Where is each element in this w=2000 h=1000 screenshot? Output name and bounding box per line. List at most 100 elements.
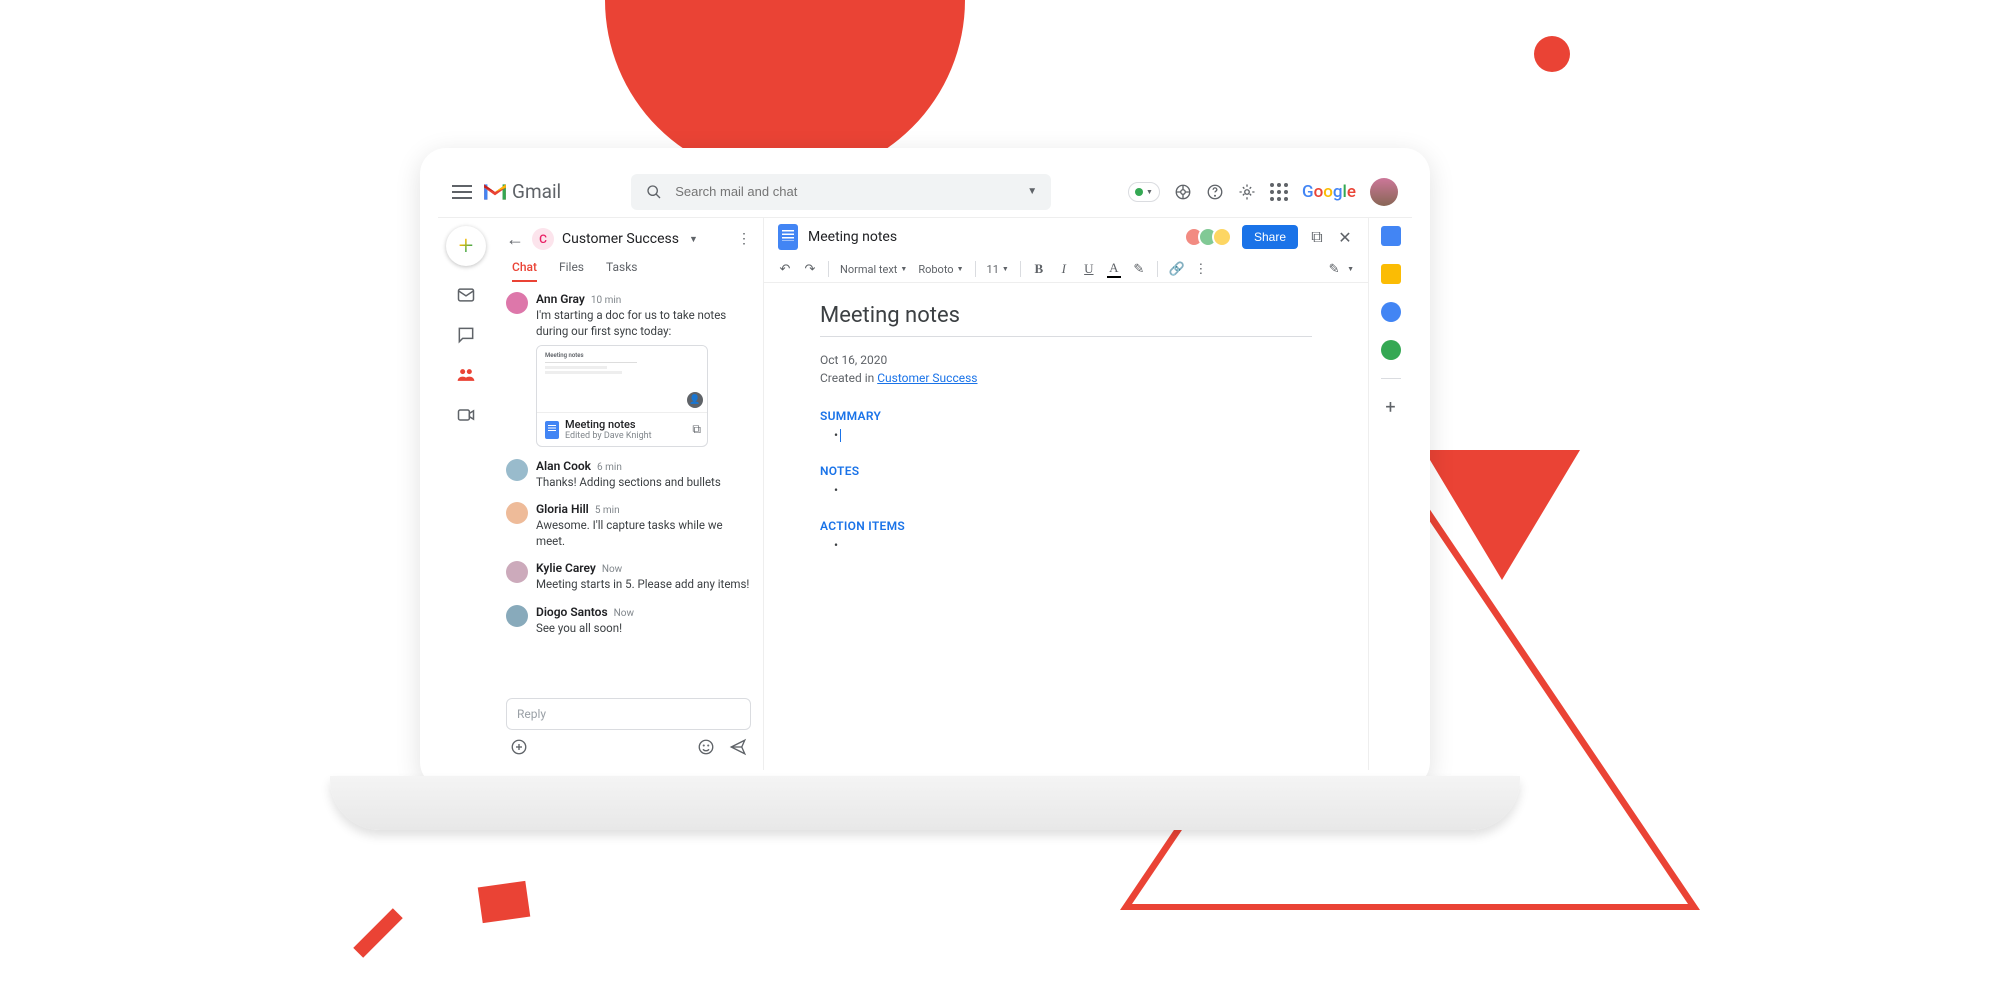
message-text: See you all soon! — [536, 620, 751, 636]
search-bar[interactable]: ▼ — [631, 174, 1051, 210]
font-dropdown[interactable]: Roboto▼ — [918, 263, 963, 276]
message-text: I'm starting a doc for us to take notes … — [536, 307, 751, 339]
tab-chat[interactable]: Chat — [512, 260, 537, 282]
settings-icon[interactable] — [1238, 183, 1256, 201]
deco-dot — [1534, 36, 1570, 72]
doc-attachment-title: Meeting notes — [565, 418, 652, 431]
chat-action-bar — [494, 730, 763, 764]
search-input[interactable] — [675, 184, 1015, 199]
laptop-frame: Gmail ▼ ▼ Google + — [420, 148, 1430, 788]
sender-name: Kylie Carey — [536, 561, 596, 575]
sender-name: Gloria Hill — [536, 502, 589, 516]
message-list: Ann Gray10 min I'm starting a doc for us… — [494, 282, 763, 698]
app-name: Gmail — [512, 180, 561, 203]
underline-button[interactable]: U — [1082, 261, 1096, 277]
room-name[interactable]: Customer Success — [562, 231, 679, 247]
more-icon[interactable]: ⋮ — [1194, 261, 1208, 277]
text-cursor — [840, 429, 841, 442]
reply-input[interactable]: Reply — [506, 698, 751, 730]
doc-created-link[interactable]: Customer Success — [877, 371, 977, 385]
room-avatar: C — [532, 228, 554, 250]
meet-icon[interactable] — [455, 404, 477, 426]
deco-square — [478, 881, 531, 923]
chat-panel: ← C Customer Success ▼ ⋮ Chat Files Task… — [494, 218, 764, 770]
doc-content[interactable]: Meeting notes Oct 16, 2020 Created in Cu… — [764, 283, 1368, 770]
addon-separator — [1381, 378, 1401, 379]
screen: Gmail ▼ ▼ Google + — [438, 166, 1412, 770]
avatar — [506, 502, 528, 524]
docs-icon — [545, 421, 559, 439]
back-arrow-icon[interactable]: ← — [506, 229, 524, 250]
doc-title[interactable]: Meeting notes — [808, 229, 897, 245]
doc-attachment[interactable]: Meeting notes 👤 Meeting notes — [536, 345, 708, 447]
navigation-rail: + — [438, 218, 494, 770]
collaborator-badge-icon: 👤 — [687, 392, 703, 408]
doc-preview: Meeting notes 👤 — [537, 346, 707, 412]
message-item: Ann Gray10 min I'm starting a doc for us… — [506, 292, 751, 447]
avatar — [506, 605, 528, 627]
open-external-icon[interactable]: ⧉ — [1308, 228, 1326, 246]
deco-triangle-solid — [1424, 450, 1580, 580]
sender-name: Diogo Santos — [536, 605, 608, 619]
section-notes: NOTES • — [820, 464, 1312, 497]
room-menu-icon[interactable]: ⋮ — [737, 231, 751, 247]
sender-name: Alan Cook — [536, 459, 591, 473]
share-button[interactable]: Share — [1242, 225, 1298, 249]
redo-icon[interactable]: ↷ — [803, 261, 817, 277]
calendar-addon-icon[interactable] — [1381, 226, 1401, 246]
tab-files[interactable]: Files — [559, 260, 584, 282]
laptop-base — [330, 776, 1520, 830]
style-dropdown[interactable]: Normal text▼ — [840, 263, 907, 276]
gmail-m-icon — [482, 182, 508, 202]
highlight-icon[interactable]: ✎ — [1132, 261, 1146, 277]
close-icon[interactable]: ✕ — [1336, 228, 1354, 246]
search-dropdown-icon[interactable]: ▼ — [1027, 186, 1037, 197]
chat-icon[interactable] — [455, 324, 477, 346]
message-time: 5 min — [595, 505, 620, 516]
mail-icon[interactable] — [455, 284, 477, 306]
app-header: Gmail ▼ ▼ Google — [438, 166, 1412, 218]
send-icon[interactable] — [729, 738, 747, 756]
support-icon[interactable] — [1174, 183, 1192, 201]
user-avatar[interactable] — [1370, 178, 1398, 206]
add-addon-icon[interactable]: + — [1385, 397, 1395, 418]
gmail-logo[interactable]: Gmail — [482, 180, 561, 203]
room-dropdown-icon[interactable]: ▼ — [689, 234, 698, 245]
google-logo[interactable]: Google — [1302, 182, 1356, 202]
chat-header: ← C Customer Success ▼ ⋮ — [494, 224, 763, 254]
apps-icon[interactable] — [1270, 183, 1288, 201]
menu-icon[interactable] — [452, 185, 472, 199]
doc-date: Oct 16, 2020 — [820, 351, 1312, 369]
fontsize-dropdown[interactable]: 11▼ — [987, 263, 1009, 276]
tab-tasks[interactable]: Tasks — [606, 260, 638, 282]
link-icon[interactable]: 🔗 — [1169, 261, 1183, 277]
sender-name: Ann Gray — [536, 292, 585, 306]
rooms-icon[interactable] — [455, 364, 477, 386]
doc-titlebar: Meeting notes Share ⧉ ✕ — [764, 218, 1368, 256]
undo-icon[interactable]: ↶ — [778, 261, 792, 277]
help-icon[interactable] — [1206, 183, 1224, 201]
document-panel: Meeting notes Share ⧉ ✕ ↶ ↷ Normal text▼… — [764, 218, 1368, 770]
contacts-addon-icon[interactable] — [1381, 340, 1401, 360]
bold-button[interactable]: B — [1032, 261, 1046, 277]
message-item: Diogo SantosNowSee you all soon! — [506, 605, 751, 636]
open-external-icon[interactable]: ⧉ — [692, 422, 701, 437]
avatar — [506, 292, 528, 314]
keep-addon-icon[interactable] — [1381, 264, 1401, 284]
chat-tabs: Chat Files Tasks — [494, 254, 763, 282]
app-body: + ← C Customer Success ▼ ⋮ Chat Files — [438, 218, 1412, 770]
message-text: Awesome. I'll capture tasks while we mee… — [536, 517, 751, 549]
tasks-addon-icon[interactable] — [1381, 302, 1401, 322]
message-time: Now — [602, 564, 622, 575]
emoji-icon[interactable] — [697, 738, 715, 756]
edit-mode-icon[interactable]: ✎ — [1327, 261, 1341, 277]
status-indicator[interactable]: ▼ — [1128, 182, 1160, 202]
compose-button[interactable]: + — [446, 226, 486, 266]
collaborators[interactable] — [1190, 227, 1232, 247]
message-item: Kylie CareyNowMeeting starts in 5. Pleas… — [506, 561, 751, 592]
message-text: Thanks! Adding sections and bullets — [536, 474, 751, 490]
doc-attachment-subtitle: Edited by Dave Knight — [565, 431, 652, 441]
italic-button[interactable]: I — [1057, 261, 1071, 277]
text-color-icon[interactable]: A — [1107, 260, 1121, 278]
add-icon[interactable] — [510, 738, 528, 756]
